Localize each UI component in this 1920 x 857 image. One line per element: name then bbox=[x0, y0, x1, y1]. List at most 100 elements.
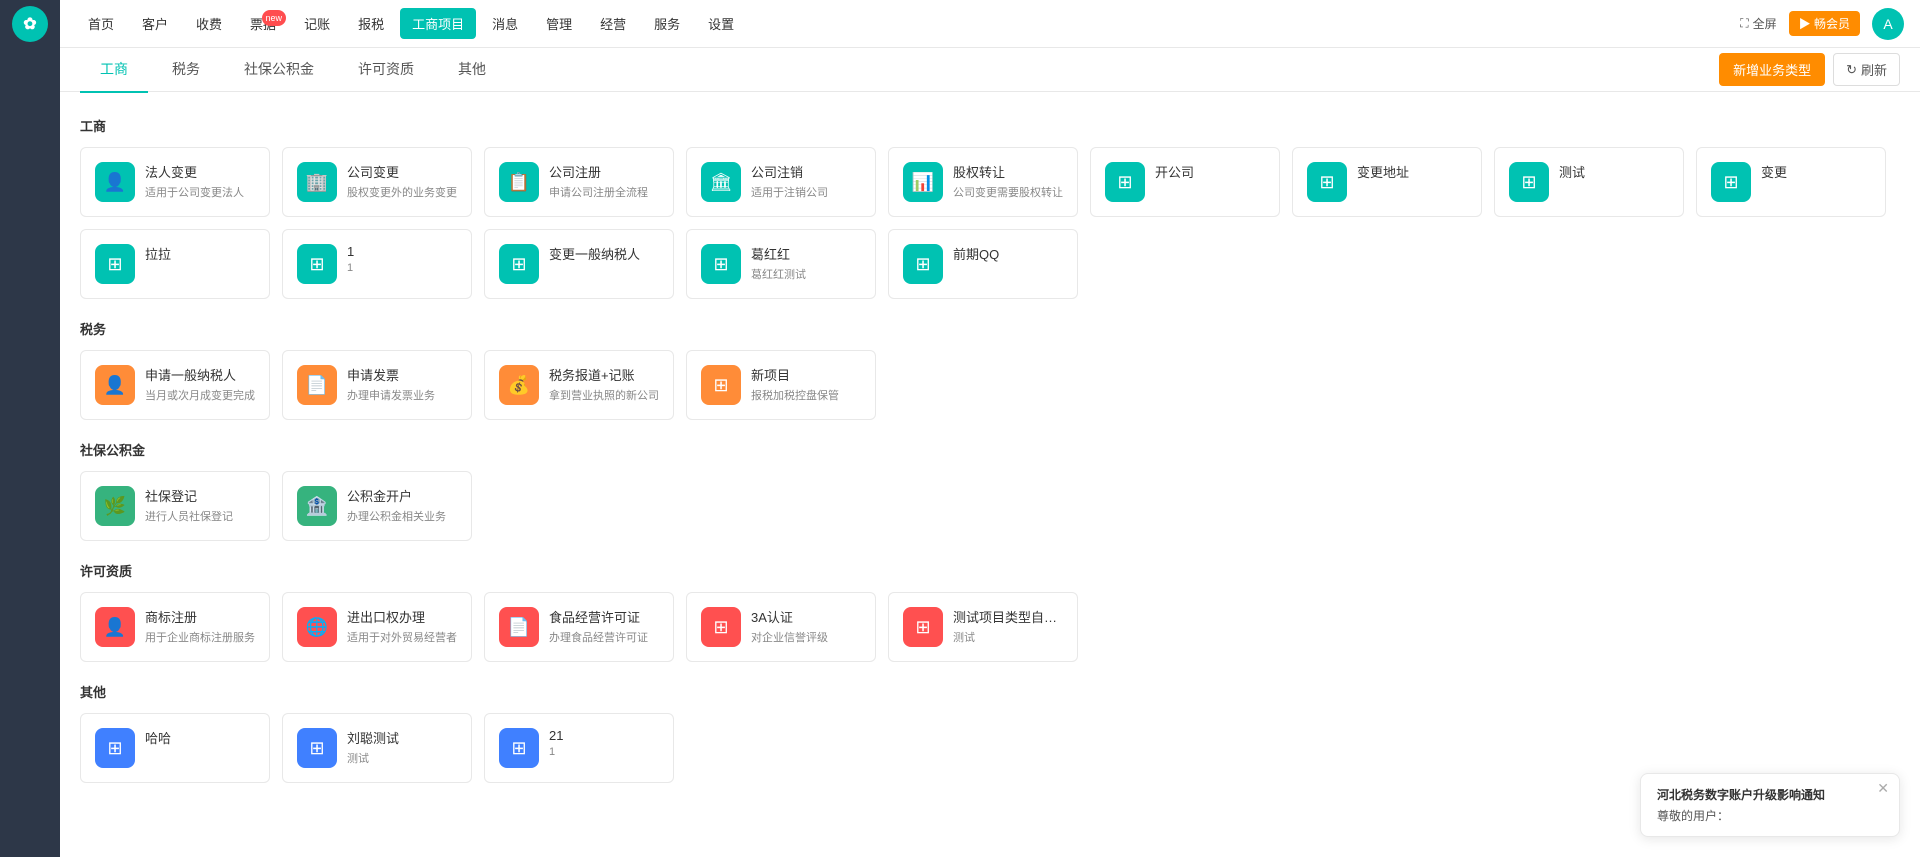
nav-item-消息[interactable]: 消息 bbox=[480, 8, 530, 39]
card-name: 哈哈 bbox=[145, 728, 255, 747]
sub-tab-工商[interactable]: 工商 bbox=[80, 47, 148, 93]
card-desc: 办理公积金相关业务 bbox=[347, 508, 457, 524]
card-公积金开户[interactable]: 🏦 公积金开户办理公积金相关业务 bbox=[282, 471, 472, 541]
card-刘聪测试[interactable]: ⊞刘聪测试测试 bbox=[282, 713, 472, 783]
card-变更[interactable]: ⊞变更 bbox=[1696, 147, 1886, 217]
section-title: 工商 bbox=[80, 116, 1900, 135]
card-name: 法人变更 bbox=[145, 162, 255, 181]
card-测试[interactable]: ⊞测试 bbox=[1494, 147, 1684, 217]
top-navigation: 首页客户收费票据new记账报税工商项目消息管理经营服务设置 ⛶ 全屏 ▶ 畅会员… bbox=[60, 0, 1920, 48]
card-1[interactable]: ⊞11 bbox=[282, 229, 472, 299]
cards-grid: 👤申请一般纳税人当月或次月成变更完成📄申请发票办理申请发票业务💰税务报道+记账拿… bbox=[80, 350, 1900, 420]
card-desc: 办理食品经营许可证 bbox=[549, 629, 659, 645]
card-社保登记[interactable]: 🌿 社保登记进行人员社保登记 bbox=[80, 471, 270, 541]
card-info: 公积金开户办理公积金相关业务 bbox=[347, 486, 457, 524]
sub-tabs: 工商税务社保公积金许可资质其他 新增业务类型 ↻ 刷新 bbox=[60, 48, 1920, 92]
card-info: 前期QQ bbox=[953, 244, 1063, 263]
card-info: 开公司 bbox=[1155, 162, 1265, 181]
card-icon: 🏦 bbox=[297, 486, 337, 526]
nav-item-工商项目[interactable]: 工商项目 bbox=[400, 8, 476, 39]
card-desc: 报税加税控盘保管 bbox=[751, 387, 861, 403]
card-3A认证[interactable]: ⊞3A认证对企业信誉评级 bbox=[686, 592, 876, 662]
card-icon: 📄 bbox=[297, 365, 337, 405]
nav-item-记账[interactable]: 记账 bbox=[292, 8, 342, 39]
card-desc: 葛红红测试 bbox=[751, 266, 861, 282]
card-股权转让[interactable]: 📊股权转让公司变更需要股权转让 bbox=[888, 147, 1078, 217]
sub-tab-许可资质[interactable]: 许可资质 bbox=[338, 47, 434, 93]
card-法人变更[interactable]: 👤法人变更适用于公司变更法人 bbox=[80, 147, 270, 217]
card-税务报道+记账[interactable]: 💰税务报道+记账拿到营业执照的新公司 bbox=[484, 350, 674, 420]
card-icon: ⊞ bbox=[95, 728, 135, 768]
nav-item-服务[interactable]: 服务 bbox=[642, 8, 692, 39]
notification-close-button[interactable]: ✕ bbox=[1877, 780, 1889, 797]
card-name: 公积金开户 bbox=[347, 486, 457, 505]
card-desc: 测试 bbox=[347, 750, 457, 766]
nav-item-管理[interactable]: 管理 bbox=[534, 8, 584, 39]
card-进出口权办理[interactable]: 🌐进出口权办理适用于对外贸易经营者 bbox=[282, 592, 472, 662]
nav-item-设置[interactable]: 设置 bbox=[696, 8, 746, 39]
new-type-button[interactable]: 新增业务类型 bbox=[1719, 53, 1825, 86]
card-21[interactable]: ⊞211 bbox=[484, 713, 674, 783]
nav-item-首页[interactable]: 首页 bbox=[76, 8, 126, 39]
cards-grid: 🌿 社保登记进行人员社保登记 🏦 公积金开户办理公积金相关业务 bbox=[80, 471, 1900, 541]
cards-grid: 👤法人变更适用于公司变更法人🏢公司变更股权变更外的业务变更📋公司注册申请公司注册… bbox=[80, 147, 1900, 299]
card-desc: 适用于公司变更法人 bbox=[145, 184, 255, 200]
sub-tab-其他[interactable]: 其他 bbox=[438, 47, 506, 93]
nav-item-票据[interactable]: 票据new bbox=[238, 8, 288, 39]
card-name: 商标注册 bbox=[145, 607, 255, 626]
card-前期QQ[interactable]: ⊞前期QQ bbox=[888, 229, 1078, 299]
card-name: 公司注册 bbox=[549, 162, 659, 181]
card-desc: 公司变更需要股权转让 bbox=[953, 184, 1063, 200]
card-icon: 🏛 bbox=[701, 162, 741, 202]
card-测试项目类型自定义[interactable]: ⊞测试项目类型自定义测试 bbox=[888, 592, 1078, 662]
card-desc: 1 bbox=[549, 746, 659, 758]
vip-button[interactable]: ▶ 畅会员 bbox=[1789, 11, 1860, 36]
card-公司变更[interactable]: 🏢公司变更股权变更外的业务变更 bbox=[282, 147, 472, 217]
card-info: 哈哈 bbox=[145, 728, 255, 747]
card-name: 变更 bbox=[1761, 162, 1871, 181]
card-icon: ⊞ bbox=[1509, 162, 1549, 202]
card-公司注销[interactable]: 🏛公司注销适用于注销公司 bbox=[686, 147, 876, 217]
card-desc: 申请公司注册全流程 bbox=[549, 184, 659, 200]
card-公司注册[interactable]: 📋公司注册申请公司注册全流程 bbox=[484, 147, 674, 217]
card-info: 测试项目类型自定义测试 bbox=[953, 607, 1063, 645]
card-商标注册[interactable]: 👤商标注册用于企业商标注册服务 bbox=[80, 592, 270, 662]
card-拉拉[interactable]: ⊞拉拉 bbox=[80, 229, 270, 299]
card-desc: 对企业信誉评级 bbox=[751, 629, 861, 645]
card-icon: ⊞ bbox=[499, 244, 539, 284]
card-icon: 🌿 bbox=[95, 486, 135, 526]
sub-tab-税务[interactable]: 税务 bbox=[152, 47, 220, 93]
card-申请一般纳税人[interactable]: 👤申请一般纳税人当月或次月成变更完成 bbox=[80, 350, 270, 420]
card-name: 3A认证 bbox=[751, 607, 861, 626]
card-info: 公司注册申请公司注册全流程 bbox=[549, 162, 659, 200]
card-开公司[interactable]: ⊞开公司 bbox=[1090, 147, 1280, 217]
card-info: 变更地址 bbox=[1357, 162, 1467, 181]
card-info: 新项目报税加税控盘保管 bbox=[751, 365, 861, 403]
nav-item-客户[interactable]: 客户 bbox=[130, 8, 180, 39]
section-其他: 其他 ⊞ 哈哈 ⊞刘聪测试测试⊞211 bbox=[80, 682, 1900, 783]
card-info: 变更一般纳税人 bbox=[549, 244, 659, 263]
section-title: 其他 bbox=[80, 682, 1900, 701]
card-申请发票[interactable]: 📄申请发票办理申请发票业务 bbox=[282, 350, 472, 420]
card-食品经营许可证[interactable]: 📄食品经营许可证办理食品经营许可证 bbox=[484, 592, 674, 662]
card-icon: 🏢 bbox=[297, 162, 337, 202]
sub-tab-社保公积金[interactable]: 社保公积金 bbox=[224, 47, 334, 93]
card-info: 申请一般纳税人当月或次月成变更完成 bbox=[145, 365, 255, 403]
card-icon: ⊞ bbox=[1307, 162, 1347, 202]
refresh-button[interactable]: ↻ 刷新 bbox=[1833, 53, 1900, 86]
nav-item-经营[interactable]: 经营 bbox=[588, 8, 638, 39]
card-info: 社保登记进行人员社保登记 bbox=[145, 486, 255, 524]
card-desc: 股权变更外的业务变更 bbox=[347, 184, 457, 200]
nav-item-报税[interactable]: 报税 bbox=[346, 8, 396, 39]
notification-content: 尊敬的用户： bbox=[1657, 807, 1883, 824]
card-变更地址[interactable]: ⊞ 变更地址 bbox=[1292, 147, 1482, 217]
card-新项目[interactable]: ⊞新项目报税加税控盘保管 bbox=[686, 350, 876, 420]
avatar[interactable]: A bbox=[1872, 8, 1904, 40]
card-葛红红[interactable]: ⊞葛红红葛红红测试 bbox=[686, 229, 876, 299]
card-变更一般纳税人[interactable]: ⊞ 变更一般纳税人 bbox=[484, 229, 674, 299]
notification-bubble: ✕ 河北税务数字账户升级影响通知 尊敬的用户： bbox=[1640, 773, 1900, 837]
fullscreen-button[interactable]: ⛶ 全屏 bbox=[1740, 15, 1776, 32]
card-哈哈[interactable]: ⊞ 哈哈 bbox=[80, 713, 270, 783]
card-name: 葛红红 bbox=[751, 244, 861, 263]
nav-item-收费[interactable]: 收费 bbox=[184, 8, 234, 39]
